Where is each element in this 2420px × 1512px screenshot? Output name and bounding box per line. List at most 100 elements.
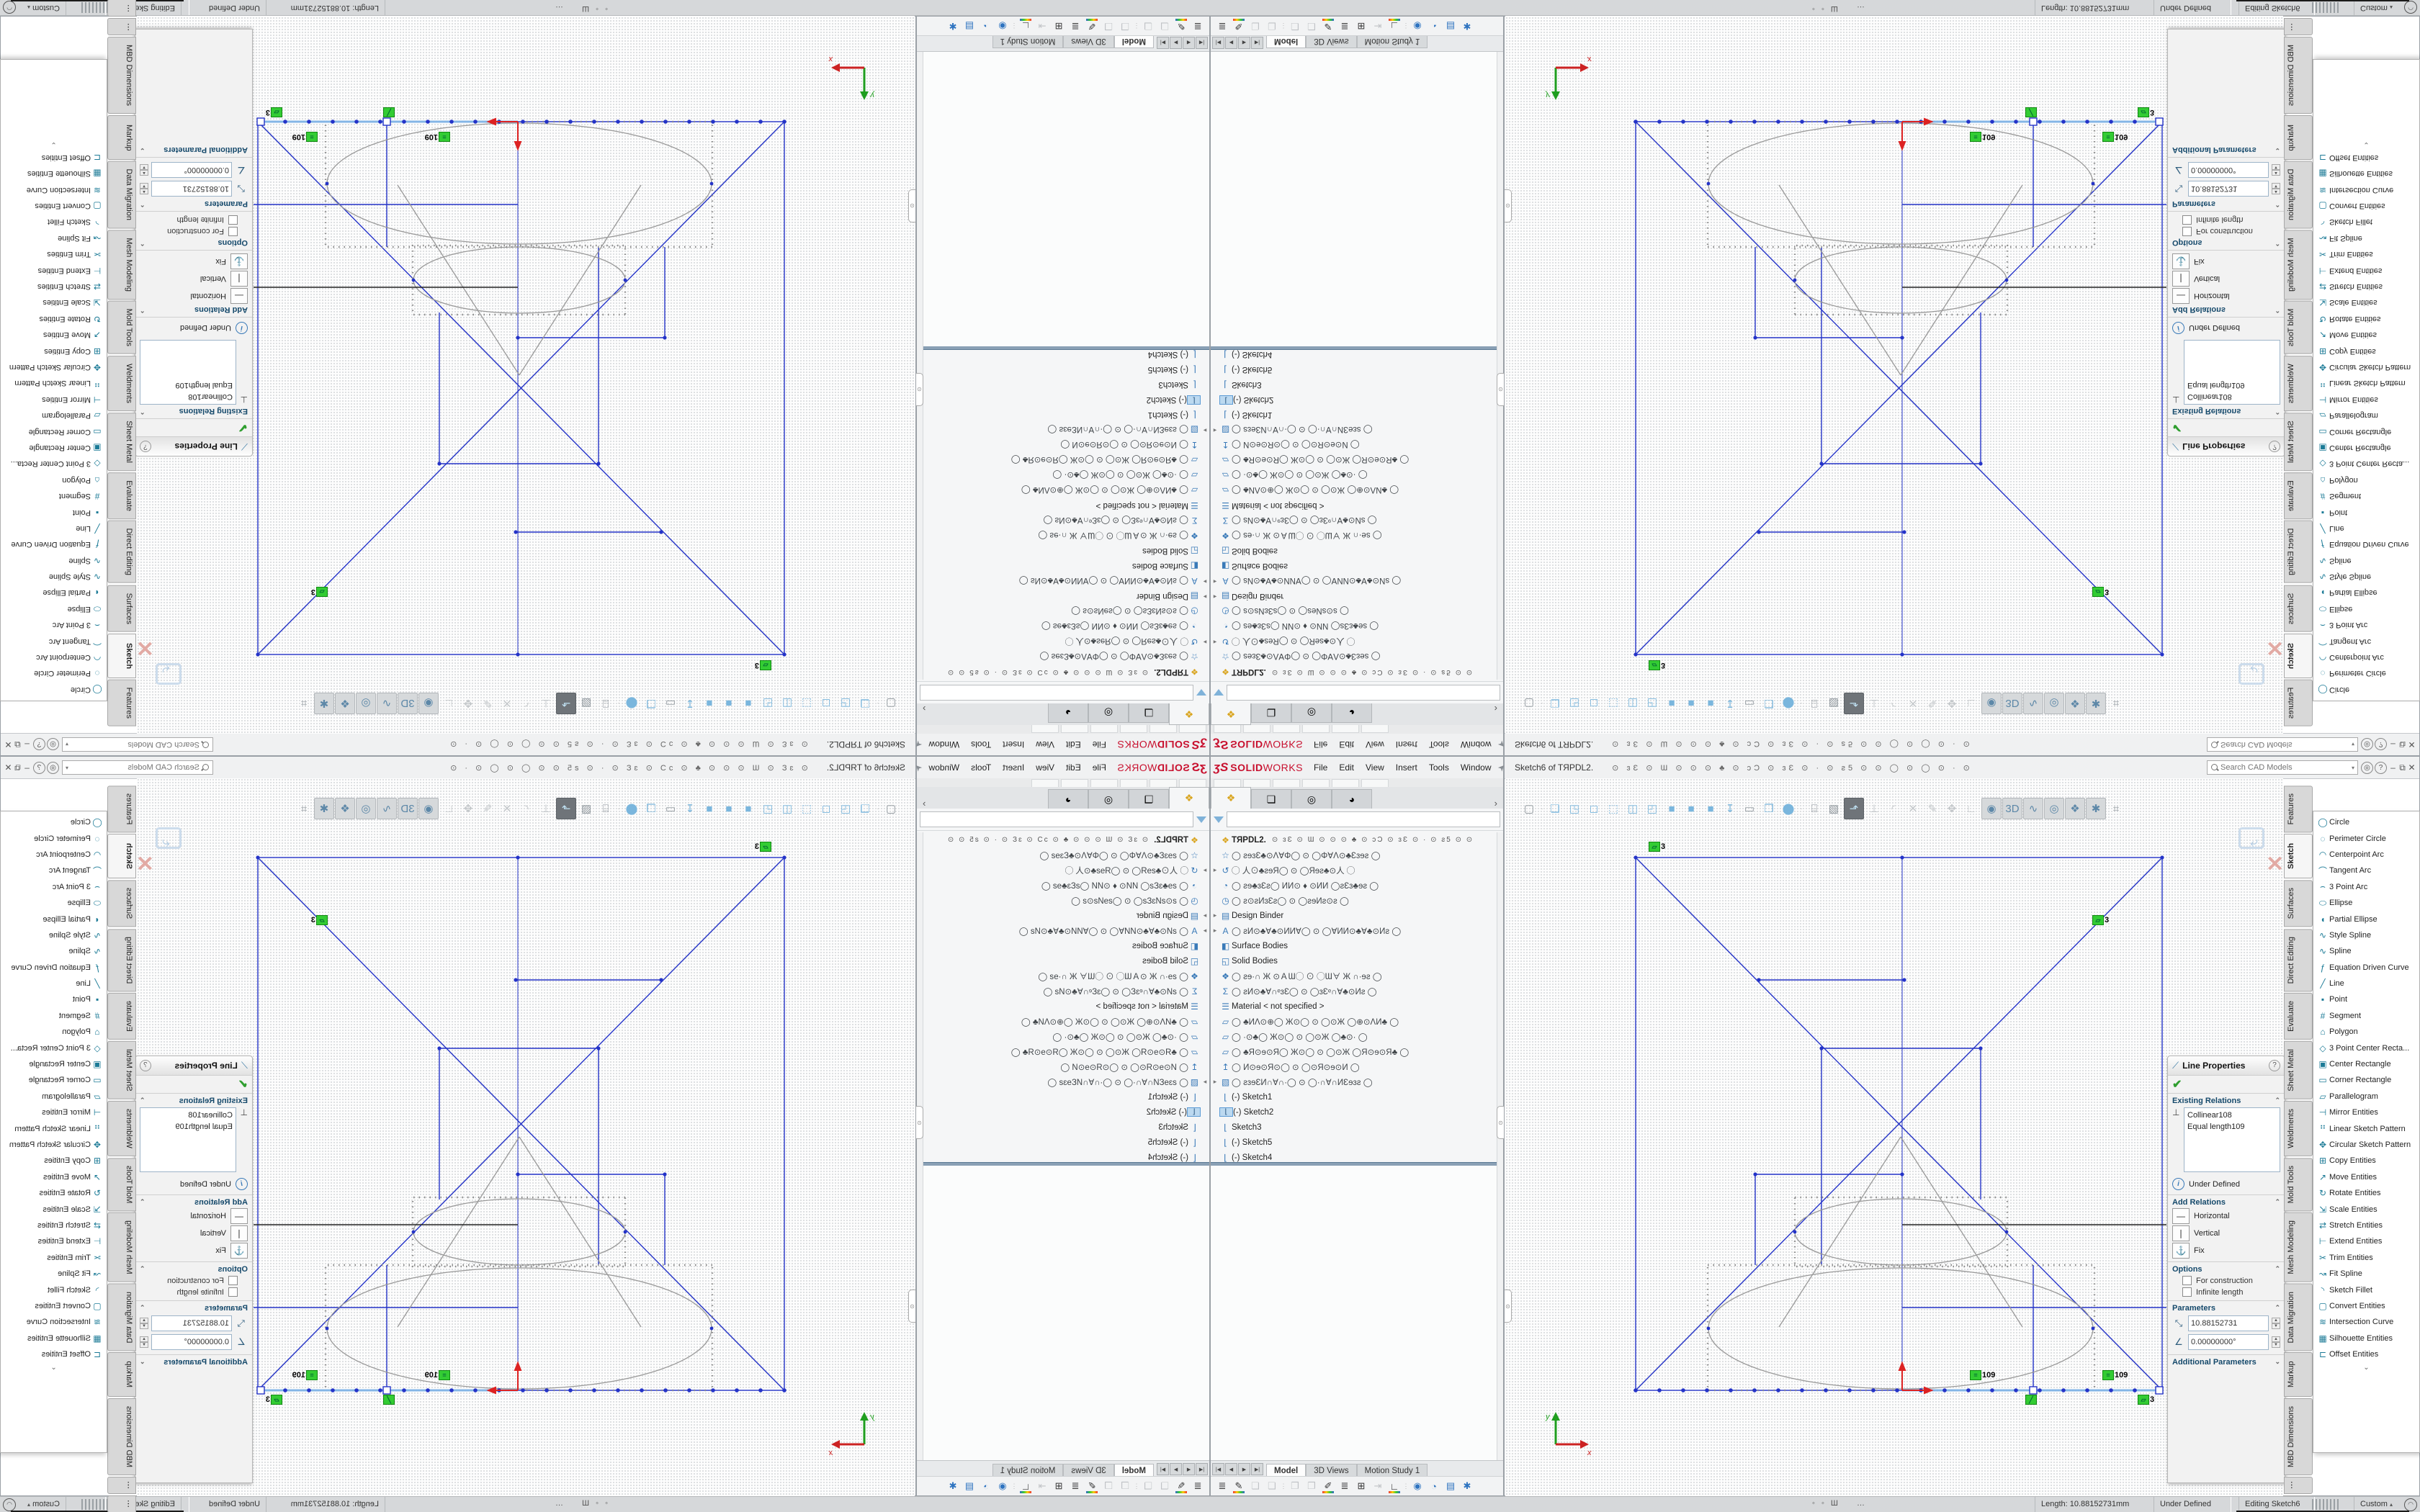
menu-item[interactable]: ▢ Convert Entities bbox=[1, 198, 107, 214]
menu-item[interactable]: ∿ Style Spline bbox=[1, 927, 107, 943]
menu-item[interactable]: ▭ Corner Rectangle bbox=[2313, 1072, 2419, 1088]
view-tool-icon[interactable]: ◳ bbox=[836, 693, 855, 714]
search-caret-icon[interactable]: ▾ bbox=[2352, 742, 2354, 748]
relation-button-icon[interactable]: — bbox=[230, 1208, 248, 1224]
panel-help-icon[interactable]: ? bbox=[2269, 1060, 2280, 1071]
option-row[interactable]: For construction bbox=[140, 1276, 238, 1285]
tree-row[interactable]: ⌊ (-) Sketch2 bbox=[923, 392, 1209, 408]
motion-tool-icon[interactable]: ∟ bbox=[1387, 19, 1402, 33]
command-tab[interactable]: Surfaces bbox=[107, 585, 136, 631]
motion-tool-icon[interactable]: ❏ bbox=[1248, 1479, 1263, 1493]
units-selector[interactable]: Custom ▴ bbox=[9, 0, 66, 15]
view-tool-icon[interactable]: ■ bbox=[739, 693, 758, 714]
tree-row[interactable]: ◱ Solid Bodies bbox=[1211, 953, 1497, 968]
model-tab[interactable]: 3D Views bbox=[1306, 1464, 1356, 1477]
view-tool-icon[interactable]: ▭ bbox=[661, 693, 680, 714]
menu-item[interactable]: Insert bbox=[998, 737, 1029, 752]
spinner-control[interactable]: ▲▼ bbox=[2272, 1318, 2280, 1329]
tree-row[interactable]: ❖ ◯ ƨɘ·∩ Ж ⊙ＡƜ◯ ⊙ ◯Ɯ∀ Ж ∩·ɘƨ ◯ bbox=[923, 528, 1209, 544]
manager-tab[interactable]: ◕ bbox=[1048, 789, 1088, 809]
view-tool-icon[interactable]: ◎ bbox=[2044, 798, 2064, 819]
command-tab[interactable]: ⋯ bbox=[107, 1495, 136, 1512]
ok-button[interactable]: ✔ bbox=[135, 419, 252, 436]
view-tool-icon[interactable]: ✱ bbox=[2086, 693, 2106, 714]
command-tab[interactable]: MBD Dimensions bbox=[2284, 37, 2313, 114]
menu-item[interactable]: File bbox=[1309, 737, 1332, 752]
tree-row[interactable]: ❖ ◯ ƨɘ·∩ Ж ⊙ＡƜ◯ ⊙ ◯Ɯ∀ Ж ∩·ɘƨ ◯ bbox=[923, 968, 1209, 984]
view-tool-icon[interactable]: ◫ bbox=[1623, 798, 1642, 819]
panel-scrollbar[interactable] bbox=[917, 832, 923, 1461]
motion-tool-icon[interactable]: ⋮ bbox=[1134, 1479, 1139, 1493]
view-tool-icon[interactable]: ✕ bbox=[498, 693, 516, 714]
motion-tool-icon[interactable]: ⋮ bbox=[1404, 19, 1408, 33]
quick-access-toolbar[interactable]: ⊙ ɜƐ ⊙ Ɯ ⊙ ⊙ ⊙ ♣ ⊙ ɔƆ ⊙ ɜƐ ⊙ · ⊙ ƨ5 ⊙ ⊙ … bbox=[1593, 740, 2207, 750]
menu-item[interactable]: Tools bbox=[966, 760, 996, 775]
view-tool-icon[interactable]: ✱ bbox=[314, 798, 334, 819]
user-account-icon[interactable]: ◎ bbox=[2361, 762, 2373, 774]
relation-button-icon[interactable]: ⚓ bbox=[230, 253, 248, 269]
motion-tool-icon[interactable]: ❏ bbox=[1157, 1479, 1172, 1493]
menu-item[interactable]: ◠ Centerpoint Arc bbox=[1, 847, 107, 863]
menu-item[interactable]: ∿ Spline bbox=[2313, 943, 2419, 959]
view-tool-icon[interactable]: · bbox=[616, 798, 622, 819]
view-tool-icon[interactable]: ⊥ bbox=[537, 798, 555, 819]
tree-row[interactable]: ◧ Surface Bodies bbox=[923, 938, 1209, 953]
tree-row[interactable]: ↥ ◯ И⊙ɘ⊙Я⊙◯ ⊙ ◯⊙Я⊙ɘ⊙И ◯ bbox=[1211, 1059, 1497, 1074]
selection-filter-icons[interactable]: ◦ ◦ Ш bbox=[580, 1499, 608, 1508]
restore-button[interactable]: ⧉ bbox=[2398, 762, 2407, 773]
menu-item[interactable]: ⌒ Tangent Arc bbox=[1, 863, 107, 878]
menu-item[interactable]: ∿ Style Spline bbox=[1, 569, 107, 585]
panel-help-icon[interactable]: ? bbox=[2269, 441, 2280, 452]
spinner-control[interactable]: ▲▼ bbox=[140, 1318, 148, 1329]
view-tool-icon[interactable]: ◰ bbox=[758, 693, 777, 714]
command-tab[interactable]: MBD Dimensions bbox=[107, 37, 136, 114]
option-row[interactable]: Infinite length bbox=[2182, 1287, 2280, 1297]
manager-tab[interactable]: ◕ bbox=[1332, 789, 1372, 809]
view-tool-icon[interactable]: ◫ bbox=[778, 693, 797, 714]
equal-relation-badge[interactable]: =109 bbox=[2102, 1370, 2128, 1380]
search-caret-icon[interactable]: ▾ bbox=[66, 765, 68, 771]
checkbox[interactable] bbox=[2182, 215, 2192, 225]
motion-tool-icon[interactable]: ∟ bbox=[1018, 19, 1033, 33]
menu-item[interactable]: ▭ Corner Rectangle bbox=[1, 423, 107, 439]
menu-item[interactable]: ⊢ Extend Entities bbox=[1, 1233, 107, 1249]
command-tab[interactable]: ⋯ bbox=[107, 1477, 136, 1494]
playback-button[interactable]: ◀ bbox=[1183, 1463, 1195, 1475]
view-tool-icon[interactable]: · bbox=[1798, 798, 1804, 819]
view-tool-icon[interactable]: ■ bbox=[1662, 693, 1681, 714]
view-tool-icon[interactable]: ✕ bbox=[498, 798, 516, 819]
command-tab[interactable]: Mold Tools bbox=[107, 301, 136, 354]
option-row[interactable]: For construction bbox=[2182, 227, 2280, 236]
add-relation-row[interactable]: — Horizontal bbox=[2172, 288, 2280, 304]
menu-item[interactable]: ↝ Fit Spline bbox=[1, 230, 107, 246]
collapse-chevron-icon[interactable]: ⌃ bbox=[2275, 1265, 2280, 1274]
menu-item[interactable]: ↻ Rotate Entities bbox=[2313, 1185, 2419, 1201]
command-tab[interactable]: Sketch bbox=[107, 834, 136, 878]
menu-item[interactable]: ⌂ Polygon bbox=[2313, 472, 2419, 488]
menu-item[interactable]: ≋ Intersection Curve bbox=[2313, 182, 2419, 198]
menu-item[interactable]: Edit bbox=[1061, 760, 1086, 775]
user-account-icon[interactable]: ◎ bbox=[2361, 739, 2373, 751]
view-tool-icon[interactable]: ∿ bbox=[377, 693, 397, 714]
cancel-sketch-icon[interactable]: ✕ bbox=[136, 635, 154, 660]
playback-button[interactable]: ▶ bbox=[1238, 1463, 1250, 1475]
view-tool-icon[interactable]: ▧ bbox=[577, 693, 596, 714]
parameter-input[interactable]: 10.88152731 bbox=[2188, 181, 2269, 197]
equal-relation-badge[interactable]: =109 bbox=[425, 132, 450, 142]
menu-item[interactable]: ⇲ Scale Entities bbox=[2313, 294, 2419, 310]
spinner-control[interactable]: ▲▼ bbox=[2272, 1336, 2280, 1348]
restore-button[interactable]: ⧉ bbox=[13, 739, 22, 750]
spinner-control[interactable]: ▲▼ bbox=[140, 164, 148, 176]
menu-item[interactable]: ◯ Circle bbox=[2313, 814, 2419, 830]
menu-item[interactable]: ◯ Circle bbox=[2313, 682, 2419, 698]
command-tab[interactable]: Features bbox=[2284, 786, 2313, 832]
motion-tool-icon[interactable]: ⋮ bbox=[1134, 19, 1139, 33]
relation-badge[interactable]: ▱3 bbox=[2092, 587, 2109, 597]
tree-row[interactable]: ◔ ◯ ƨɘ♣ɜƐƨ◯ ИИ⊙ ♦ ⊙ИИ ◯ƨƐɜ♣ɘƨ ◯ bbox=[1211, 619, 1497, 634]
view-tool-icon[interactable]: ↧ bbox=[1721, 798, 1739, 819]
menu-item[interactable]: ▭ Corner Rectangle bbox=[2313, 423, 2419, 439]
menu-item[interactable]: View bbox=[1361, 737, 1389, 752]
menu-item[interactable]: ⇄ Stretch Entities bbox=[1, 279, 107, 294]
view-tool-icon[interactable]: ◰ bbox=[1643, 798, 1662, 819]
motion-tool-icon[interactable]: ⋮ bbox=[1012, 1479, 1016, 1493]
